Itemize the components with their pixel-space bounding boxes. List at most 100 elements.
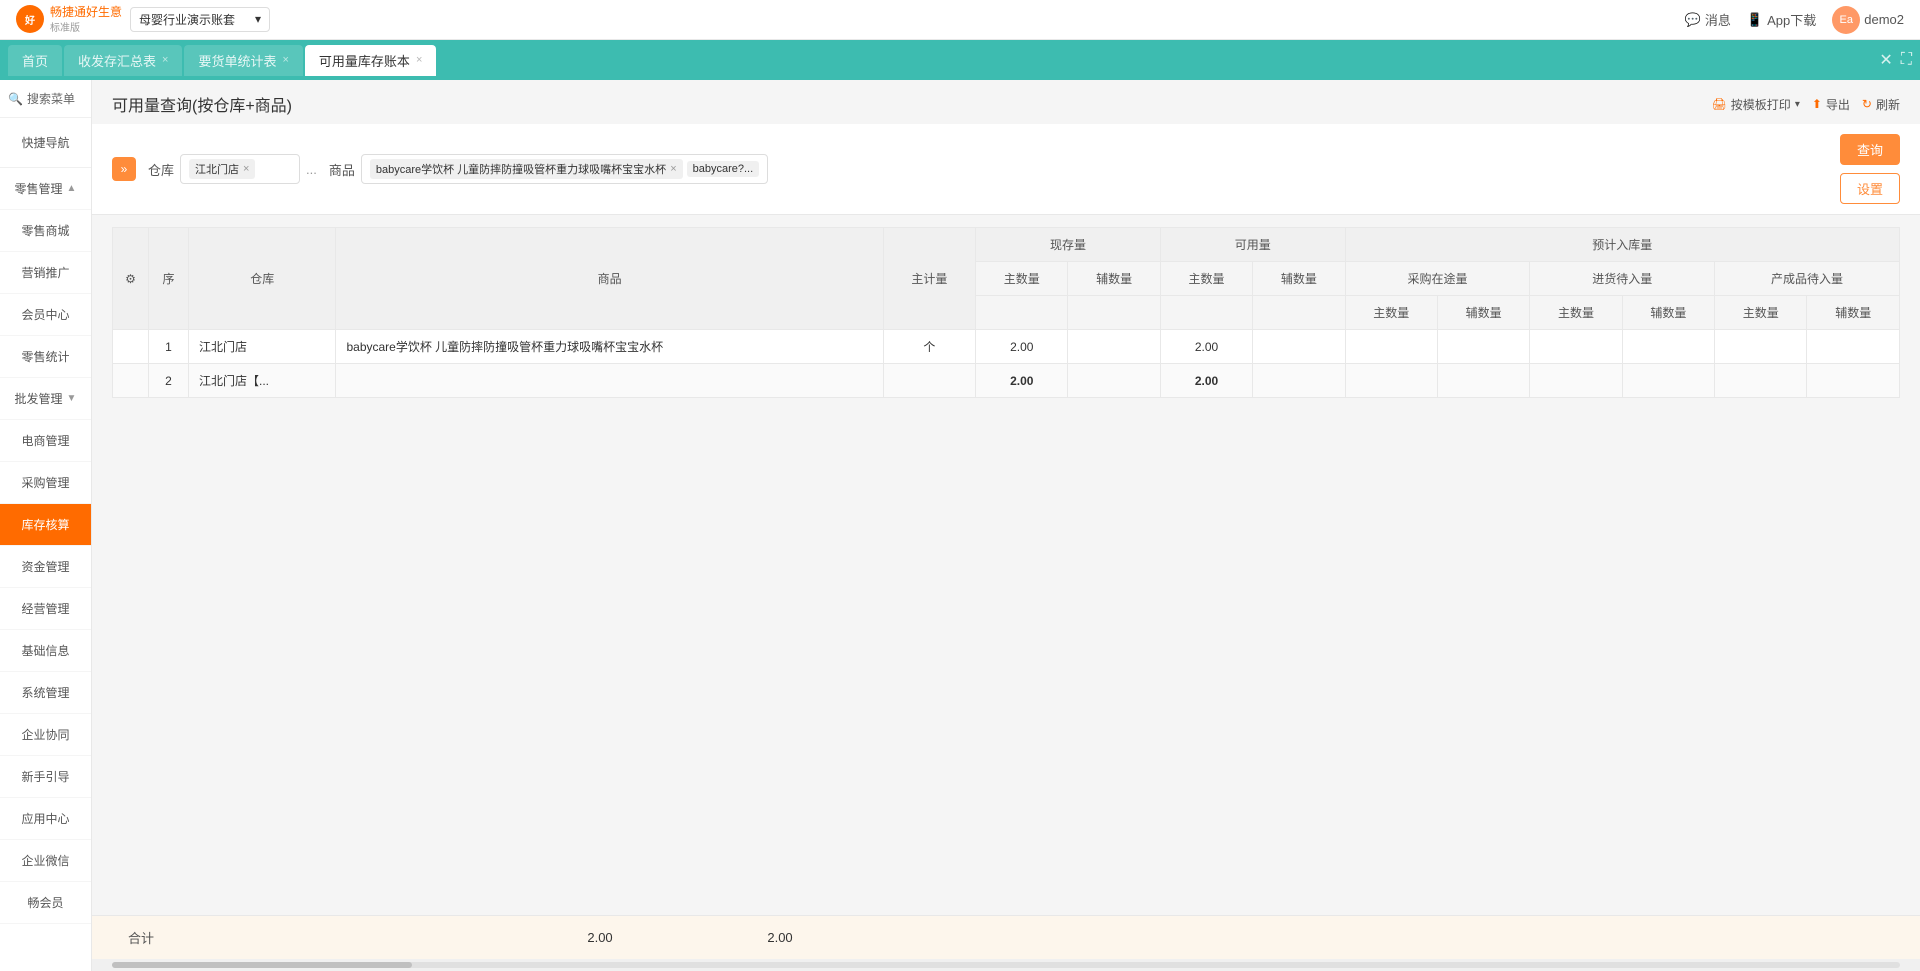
col-pt-sub-header: [1068, 296, 1160, 330]
tab-fullscreen-button[interactable]: ⛶: [1901, 51, 1912, 69]
sidebar-item-finance[interactable]: 资金管理: [0, 546, 91, 588]
col-goods-header: 商品: [336, 228, 883, 330]
phone-icon: 📱: [1747, 12, 1763, 28]
col-finished-pending-header: 产成品待入量: [1715, 262, 1900, 296]
logo-sub: 标准版: [50, 19, 122, 34]
sidebar-item-enterprise-wechat[interactable]: 企业微信: [0, 840, 91, 882]
footer-label: 合计: [112, 928, 170, 947]
sidebar-item-label: 基础信息: [21, 642, 69, 659]
row-avail-sub: [1253, 364, 1345, 398]
sidebar-item-retail-stats[interactable]: 零售统计: [0, 336, 91, 378]
sidebar-item-label: 库存核算: [21, 516, 69, 533]
sidebar-item-operations[interactable]: 经营管理: [0, 588, 91, 630]
col-incoming-header: 预计入库量: [1345, 228, 1899, 262]
row-warehouse: 江北门店【...: [189, 364, 336, 398]
sidebar-item-member-center[interactable]: 会员中心: [0, 294, 91, 336]
goods-tag-1-value: babycare学饮杯 儿童防摔防撞吸管杯重力球吸嘴杯宝宝水杯: [376, 161, 666, 177]
col-stock-header: 现存量: [976, 228, 1161, 262]
sidebar-search[interactable]: 🔍 搜索菜单: [0, 80, 91, 118]
horizontal-scrollbar[interactable]: [92, 959, 1920, 971]
sidebar-item-ecommerce[interactable]: 电商管理: [0, 420, 91, 462]
warehouse-more-button[interactable]: ...: [306, 162, 317, 177]
chevron-icon: ▼: [67, 393, 77, 404]
sidebar-item-label: 会员中心: [21, 306, 69, 323]
query-button[interactable]: 查询: [1840, 134, 1900, 165]
user-profile[interactable]: Ea demo2: [1832, 6, 1904, 34]
export-label: 导出: [1826, 96, 1850, 113]
message-button[interactable]: 💬 消息: [1685, 10, 1731, 29]
tab-home-label: 首页: [22, 51, 48, 70]
logo-icon: 好: [16, 5, 44, 33]
col-settings-header[interactable]: ⚙: [113, 228, 149, 330]
sidebar-item-vip[interactable]: 畅会员: [0, 882, 91, 924]
search-icon: 🔍: [8, 92, 23, 106]
col-pp-sub2-header: 辅数量: [1622, 296, 1714, 330]
tab-available-stock[interactable]: 可用量库存账本 ×: [305, 45, 436, 76]
row-pp-main: [1530, 330, 1622, 364]
col-pt-sub2-header: 辅数量: [1437, 296, 1529, 330]
sidebar-item-system[interactable]: 系统管理: [0, 672, 91, 714]
col-pt-main-header: [976, 296, 1068, 330]
goods-tag-1-remove[interactable]: ×: [670, 163, 676, 175]
industry-label: 母婴行业演示账套: [139, 11, 235, 28]
warehouse-input[interactable]: 江北门店 ×: [180, 154, 300, 184]
refresh-label: 刷新: [1876, 96, 1900, 113]
row-settings: [113, 364, 149, 398]
print-button[interactable]: 🖨 按模板打印 ▾: [1712, 96, 1800, 113]
refresh-button[interactable]: ↻ 刷新: [1862, 96, 1900, 113]
app-download-button[interactable]: 📱 App下载: [1747, 10, 1816, 29]
logo-area: 好 畅捷通好生意 标准版: [16, 5, 122, 34]
tab-window-actions: ✕ ⛶: [1879, 50, 1912, 70]
goods-tag-2: babycare?...: [687, 161, 760, 177]
table-row: 1 江北门店 babycare学饮杯 儿童防摔防撞吸管杯重力球吸嘴杯宝宝水杯 个…: [113, 330, 1900, 364]
col-warehouse-header: 仓库: [189, 228, 336, 330]
industry-selector[interactable]: 母婴行业演示账套 ▾: [130, 7, 270, 32]
row-goods: babycare学饮杯 儿童防摔防撞吸管杯重力球吸嘴杯宝宝水杯: [336, 330, 883, 364]
sidebar-item-purchase-mgmt[interactable]: 采购管理: [0, 462, 91, 504]
col-purchase-transit-header: 采购在途量: [1345, 262, 1530, 296]
tab-bar: 首页 收发存汇总表 × 要货单统计表 × 可用量库存账本 × ✕ ⛶: [0, 40, 1920, 80]
sidebar-item-retail-mall[interactable]: 零售商城: [0, 210, 91, 252]
tab-receive-summary[interactable]: 收发存汇总表 ×: [64, 45, 182, 76]
sidebar-item-basic-info[interactable]: 基础信息: [0, 630, 91, 672]
chevron-icon: ▲: [67, 183, 77, 194]
warehouse-tag-remove[interactable]: ×: [243, 163, 249, 175]
goods-input[interactable]: babycare学饮杯 儿童防摔防撞吸管杯重力球吸嘴杯宝宝水杯 × babyca…: [361, 154, 768, 184]
tab-requisition-stats-close[interactable]: ×: [282, 54, 288, 66]
sidebar-item-app-center[interactable]: 应用中心: [0, 798, 91, 840]
warehouse-tag-value: 江北门店: [195, 161, 239, 177]
tab-receive-summary-close[interactable]: ×: [162, 54, 168, 66]
export-button[interactable]: ⬆ 导出: [1812, 96, 1850, 113]
filter-expand-button[interactable]: »: [112, 157, 136, 181]
col-pp-main-header: [1160, 296, 1252, 330]
sidebar-item-label: 零售商城: [21, 222, 69, 239]
row-index: 2: [149, 364, 189, 398]
quick-nav-label: 快捷导航: [21, 136, 69, 150]
tab-close-all-button[interactable]: ✕: [1879, 50, 1892, 70]
sidebar-item-new-guide[interactable]: 新手引导: [0, 756, 91, 798]
tab-available-stock-close[interactable]: ×: [416, 54, 422, 66]
tab-home[interactable]: 首页: [8, 45, 62, 76]
sidebar-item-inventory[interactable]: 库存核算: [0, 504, 91, 546]
tab-available-stock-label: 可用量库存账本: [319, 51, 410, 70]
settings-button[interactable]: 设置: [1840, 173, 1900, 204]
page-header: 可用量查询(按仓库+商品) 🖨 按模板打印 ▾ ⬆ 导出 ↻ 刷新: [92, 80, 1920, 124]
app-download-label: App下载: [1767, 10, 1816, 29]
footer-stock-main: 2.00: [550, 930, 650, 945]
top-bar-left: 好 畅捷通好生意 标准版 母婴行业演示账套 ▾: [16, 5, 270, 34]
sidebar-item-label: 电商管理: [21, 432, 69, 449]
footer-avail-main: 2.00: [730, 930, 830, 945]
sidebar-item-quick-nav[interactable]: 快捷导航: [0, 126, 91, 159]
row-settings: [113, 330, 149, 364]
sidebar-item-retail-mgmt[interactable]: 零售管理 ▲: [0, 168, 91, 210]
settings-icon[interactable]: ⚙: [125, 272, 136, 286]
double-right-icon: »: [121, 162, 128, 176]
warehouse-filter: 仓库 江北门店 × ...: [148, 154, 317, 184]
sidebar-item-enterprise-collab[interactable]: 企业协同: [0, 714, 91, 756]
goods-tag-2-value: babycare?...: [693, 163, 754, 175]
tab-requisition-stats[interactable]: 要货单统计表 ×: [184, 45, 302, 76]
sidebar-item-wholesale-mgmt[interactable]: 批发管理 ▼: [0, 378, 91, 420]
scroll-thumb[interactable]: [112, 962, 412, 968]
row-warehouse: 江北门店: [189, 330, 336, 364]
sidebar-item-marketing[interactable]: 营销推广: [0, 252, 91, 294]
